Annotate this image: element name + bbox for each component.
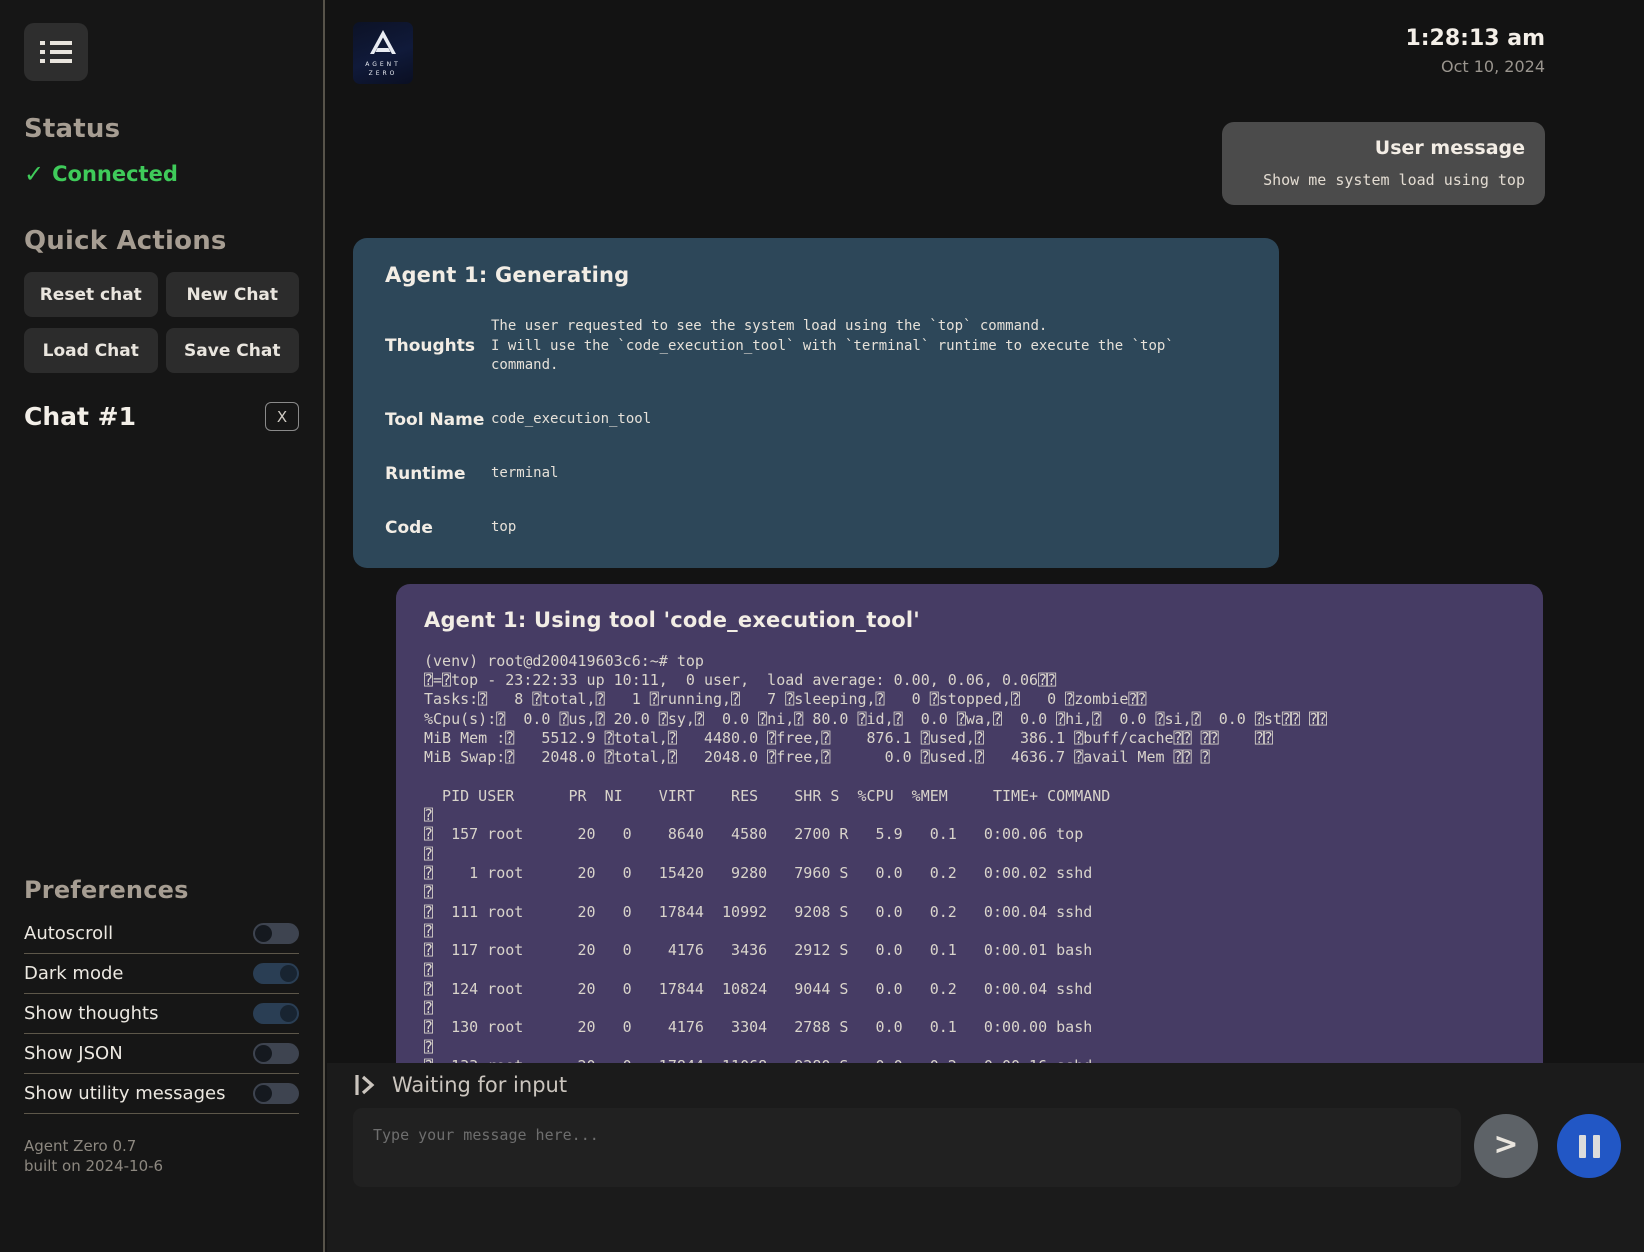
version-line: Agent Zero 0.7 <box>24 1137 137 1155</box>
user-message-text: Show me system load using top <box>1263 171 1525 189</box>
show-json-toggle[interactable] <box>253 1043 299 1064</box>
chat-header: AGENT ZERO 1:28:13 am Oct 10, 2024 <box>353 0 1545 100</box>
new-chat-button[interactable]: New Chat <box>165 272 299 317</box>
agent-zero-logo: AGENT ZERO <box>353 22 413 84</box>
agent-generating-message: Agent 1: Generating Thoughts The user re… <box>353 238 1279 568</box>
dark-mode-toggle[interactable] <box>253 963 299 984</box>
pref-label: Dark mode <box>24 963 124 984</box>
connection-status: ✓ Connected <box>24 160 178 188</box>
runtime-row: Runtime terminal <box>385 464 1247 484</box>
thoughts-row: Thoughts The user requested to see the s… <box>385 317 1247 376</box>
runtime-value: terminal <box>491 464 559 481</box>
pause-icon <box>1578 1134 1600 1158</box>
quick-actions: Reset chat New Chat Load Chat Save Chat <box>24 272 299 373</box>
send-button[interactable]: > <box>1474 1114 1538 1178</box>
menu-button[interactable] <box>24 23 88 81</box>
pause-button[interactable] <box>1557 1114 1621 1178</box>
prompt-icon <box>353 1072 379 1098</box>
pref-row-show-json: Show JSON <box>24 1034 299 1074</box>
clock: 1:28:13 am Oct 10, 2024 <box>1405 26 1545 76</box>
save-chat-button[interactable]: Save Chat <box>165 328 299 373</box>
sidebar: Status ✓ Connected Quick Actions Reset c… <box>0 0 325 1252</box>
chat-area: AGENT ZERO 1:28:13 am Oct 10, 2024 User … <box>327 0 1644 1063</box>
thoughts-label: Thoughts <box>385 336 475 357</box>
code-label: Code <box>385 517 433 538</box>
agent-tool-title: Agent 1: Using tool 'code_execution_tool… <box>424 607 920 632</box>
thoughts-value: The user requested to see the system loa… <box>491 318 1174 374</box>
tool-name-label: Tool Name <box>385 409 485 430</box>
autoscroll-toggle[interactable] <box>253 923 299 944</box>
terminal-output: (venv) root@d200419603c6:~# top ⍰=⍰top -… <box>424 651 1328 1063</box>
preferences-list: Autoscroll Dark mode Show thoughts Show … <box>24 914 299 1114</box>
logo-text: AGENT ZERO <box>365 61 401 77</box>
pref-label: Show thoughts <box>24 1003 159 1024</box>
logo-triangle-icon <box>370 30 396 54</box>
pref-row-show-thoughts: Show thoughts <box>24 994 299 1034</box>
pref-row-dark-mode: Dark mode <box>24 954 299 994</box>
agent-tool-message: Agent 1: Using tool 'code_execution_tool… <box>396 583 1543 1063</box>
code-row: Code top <box>385 518 1247 538</box>
pref-row-show-utility: Show utility messages <box>24 1074 299 1114</box>
pref-label: Autoscroll <box>24 923 114 944</box>
agent-status-row: Waiting for input <box>353 1072 567 1098</box>
version-info: Agent Zero 0.7 built on 2024-10-6 <box>24 1136 163 1177</box>
pref-label: Show JSON <box>24 1043 123 1064</box>
status-heading: Status <box>24 114 121 144</box>
quick-actions-heading: Quick Actions <box>24 226 227 256</box>
show-utility-toggle[interactable] <box>253 1083 299 1104</box>
user-message-bubble: User message Show me system load using t… <box>1222 122 1545 205</box>
reset-chat-button[interactable]: Reset chat <box>24 272 158 317</box>
chat-tab-row: Chat #1 X <box>24 402 299 431</box>
current-time: 1:28:13 am <box>1405 26 1545 51</box>
tool-name-value: code_execution_tool <box>491 410 652 427</box>
send-icon: > <box>1493 1126 1519 1162</box>
current-date: Oct 10, 2024 <box>1441 57 1545 76</box>
pref-row-autoscroll: Autoscroll <box>24 914 299 954</box>
connection-status-label: Connected <box>52 162 178 186</box>
pref-label: Show utility messages <box>24 1083 226 1104</box>
check-icon: ✓ <box>24 160 45 188</box>
menu-icon <box>40 41 72 63</box>
agent-generating-title: Agent 1: Generating <box>385 263 630 287</box>
agent-status-text: Waiting for input <box>392 1073 568 1097</box>
tool-name-row: Tool Name code_execution_tool <box>385 410 1247 430</box>
show-thoughts-toggle[interactable] <box>253 1003 299 1024</box>
chat-tab-title: Chat #1 <box>24 402 137 431</box>
input-panel: Waiting for input > <box>327 1063 1644 1252</box>
load-chat-button[interactable]: Load Chat <box>24 328 158 373</box>
code-value: top <box>491 518 517 535</box>
preferences-heading: Preferences <box>24 876 189 904</box>
user-message-title: User message <box>1374 137 1525 159</box>
build-date-line: built on 2024-10-6 <box>24 1157 164 1176</box>
close-chat-button[interactable]: X <box>265 402 299 431</box>
message-input[interactable] <box>353 1108 1461 1187</box>
runtime-label: Runtime <box>385 463 466 484</box>
